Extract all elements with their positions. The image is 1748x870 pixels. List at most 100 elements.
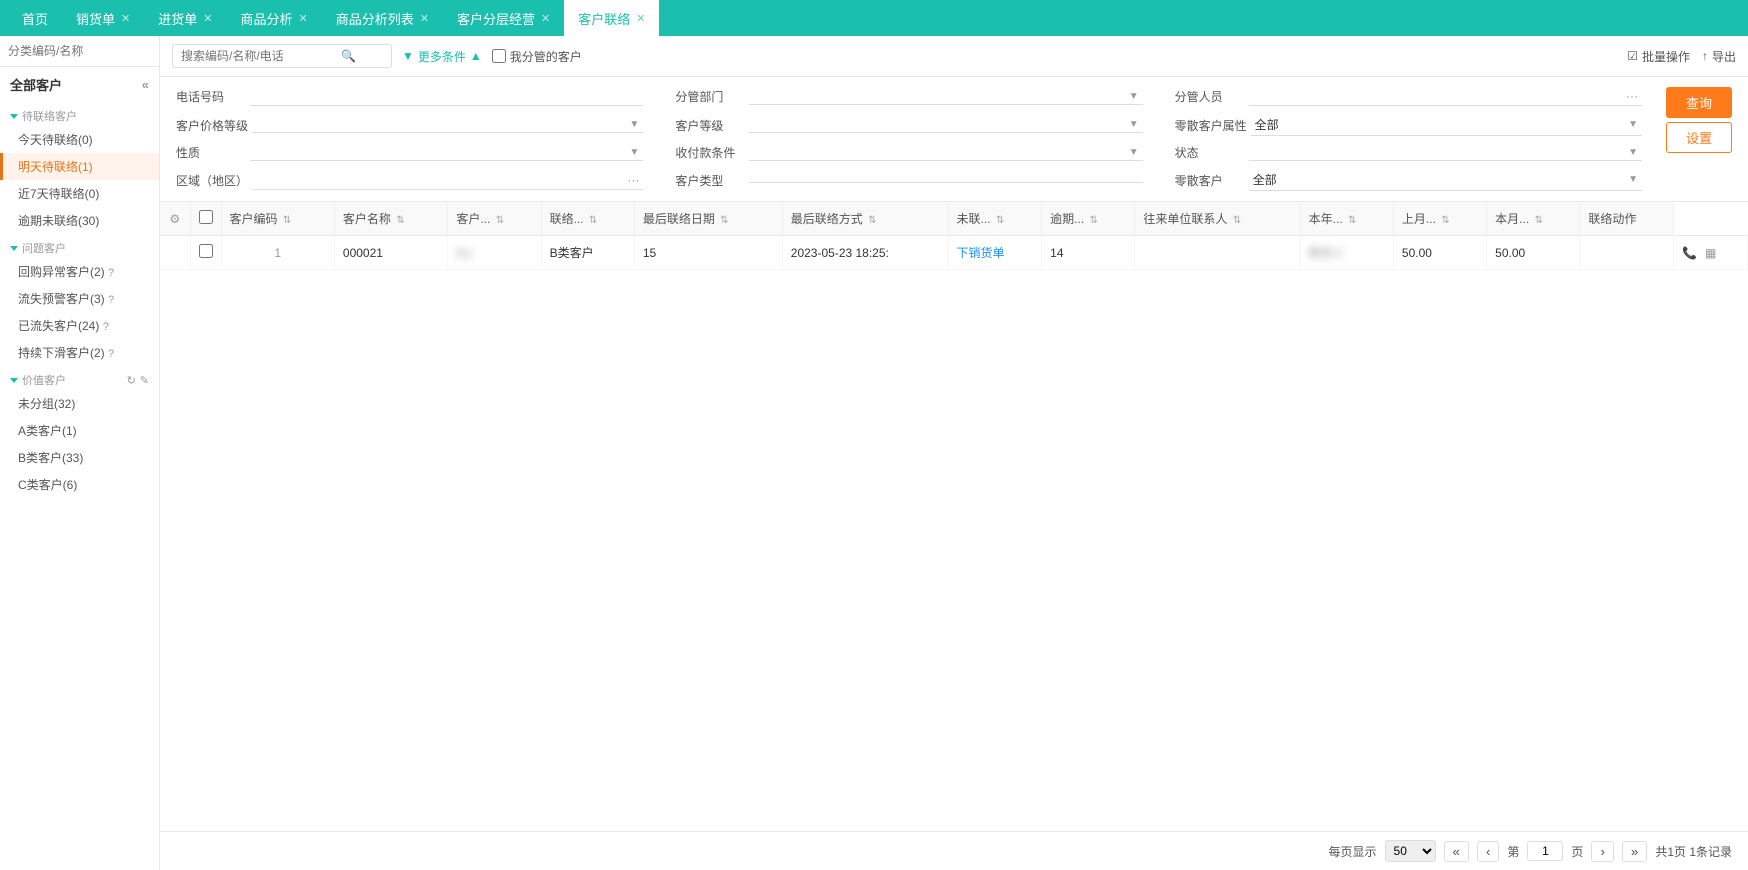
price-level-input[interactable]: ▼ (252, 117, 643, 133)
col-contacts-header: 联络... ⇅ (541, 202, 634, 236)
nature-input[interactable]: ▼ (250, 145, 643, 161)
region-input[interactable]: ··· (252, 171, 643, 190)
row-code-cell: 000021 (334, 236, 447, 270)
col-type-label: 客户... (456, 212, 490, 226)
col-unit-contacts-label: 往来单位联系人 (1143, 212, 1227, 226)
sidebar-item-churned[interactable]: 已流失客户(24) ? (0, 312, 159, 339)
advanced-filter-panel: 电话号码 分管部门 ▼ (160, 77, 1748, 202)
last-method-sort-icon[interactable]: ⇅ (868, 215, 876, 226)
refresh-icon[interactable]: ↻ (127, 374, 136, 387)
current-page-input[interactable] (1527, 841, 1563, 861)
prev-page-btn[interactable]: ‹ (1477, 841, 1499, 862)
last-month-value: 50.00 (1495, 246, 1525, 260)
customer-level-field: 客户等级 ▼ (675, 117, 1142, 134)
customer-level-input[interactable]: ▼ (749, 117, 1142, 133)
status-input[interactable]: ▼ (1249, 145, 1642, 161)
chevron-up-icon: ▲ (470, 49, 482, 63)
sidebar-item-tomorrow-contact[interactable]: 明天待联络(1) (0, 153, 159, 180)
sidebar-item-repurchase-abnormal[interactable]: 回购异常客户(2) ? (0, 258, 159, 285)
next-page-btn[interactable]: › (1591, 841, 1613, 862)
nav-home[interactable]: 首页 (8, 0, 62, 36)
customer-type-input[interactable] (749, 178, 1142, 183)
sidebar-item-churn-warning[interactable]: 流失预警客户(3) ? (0, 285, 159, 312)
row-last-month-cell: 50.00 (1487, 236, 1580, 270)
sidebar-item-a-class[interactable]: A类客户(1) (0, 417, 159, 444)
last-month-sort-icon[interactable]: ⇅ (1441, 215, 1449, 226)
sidebar-item-c-class[interactable]: C类客户(6) (0, 471, 159, 498)
payment-input[interactable]: ▼ (749, 145, 1142, 161)
this-year-sort-icon[interactable]: ⇅ (1348, 215, 1356, 226)
close-product-analysis-list-icon[interactable]: ✕ (420, 12, 429, 25)
dept-input[interactable]: ▼ (749, 89, 1142, 105)
this-month-sort-icon[interactable]: ⇅ (1535, 215, 1543, 226)
col-settings-header: ⚙ (160, 202, 190, 236)
sidebar-item-b-class[interactable]: B类客户(33) (0, 444, 159, 471)
edit-icon[interactable]: ✎ (140, 374, 149, 387)
nav-product-analysis-list[interactable]: 商品分析列表 ✕ (322, 0, 443, 36)
last-page-btn[interactable]: » (1622, 841, 1647, 862)
type-sort-icon[interactable]: ⇅ (496, 215, 504, 226)
close-sales-order-icon[interactable]: ✕ (121, 12, 130, 25)
row-num-cell: 1 (221, 236, 334, 270)
settings-button[interactable]: 设置 (1666, 122, 1732, 153)
query-button[interactable]: 查询 (1666, 87, 1732, 118)
search-icon[interactable]: 🔍 (341, 49, 356, 63)
content-area: 🔍 ▼ 更多条件 ▲ 我分管的客户 ☑ 批量操作 ↑ 导出 (160, 36, 1748, 870)
nav-customer-tier[interactable]: 客户分层经营 ✕ (443, 0, 564, 36)
sidebar-search-input[interactable] (8, 44, 160, 58)
search-input[interactable] (181, 49, 341, 63)
price-level-label: 客户价格等级 (176, 117, 248, 134)
close-purchase-order-icon[interactable]: ✕ (203, 12, 212, 25)
sidebar-item-declining[interactable]: 持续下滑客户(2) ? (0, 339, 159, 366)
sidebar-item-today-contact[interactable]: 今天待联络(0) (0, 126, 159, 153)
nav-sales-order[interactable]: 销货单 ✕ (62, 0, 144, 36)
all-customers-label[interactable]: 全部客户 (10, 75, 62, 94)
phone-text-input[interactable] (254, 89, 639, 103)
value-triangle-icon (10, 378, 18, 383)
col-last-date-label: 最后联络日期 (643, 212, 715, 226)
first-page-btn[interactable]: « (1444, 841, 1469, 862)
region-more-icon[interactable]: ··· (627, 173, 639, 187)
contacts-sort-icon[interactable]: ⇅ (589, 215, 597, 226)
batch-op-btn[interactable]: ☑ 批量操作 (1627, 48, 1690, 65)
retail-input[interactable]: 全部 ▼ (1249, 169, 1642, 191)
page-size-select[interactable]: 50 100 200 (1385, 840, 1436, 862)
last-method-link[interactable]: 下销货单 (957, 246, 1005, 260)
grid-action-icon[interactable]: ▦ (1705, 246, 1716, 260)
nav-product-analysis[interactable]: 商品分析 ✕ (226, 0, 321, 36)
more-conditions-btn[interactable]: ▼ 更多条件 ▲ (402, 48, 482, 65)
my-customers-checkbox[interactable] (492, 49, 506, 63)
overdue-sort-icon[interactable]: ⇅ (1090, 215, 1098, 226)
export-btn[interactable]: ↑ 导出 (1702, 48, 1736, 65)
phone-action-icon[interactable]: 📞 (1682, 246, 1697, 260)
close-product-analysis-icon[interactable]: ✕ (299, 12, 308, 25)
code-sort-icon[interactable]: ⇅ (283, 215, 291, 226)
close-customer-contact-icon[interactable]: ✕ (636, 12, 645, 25)
nav-purchase-order[interactable]: 进货单 ✕ (144, 0, 226, 36)
sidebar-item-overdue-contact[interactable]: 逾期未联络(30) (0, 207, 159, 234)
nav-customer-contact[interactable]: 客户联络 ✕ (564, 0, 659, 36)
name-sort-icon[interactable]: ⇅ (396, 215, 404, 226)
col-overdue-header: 逾期... ⇅ (1042, 202, 1135, 236)
close-customer-tier-icon[interactable]: ✕ (541, 12, 550, 25)
dept-arrow-icon: ▼ (1129, 91, 1139, 102)
not-contacted-sort-icon[interactable]: ⇅ (996, 215, 1004, 226)
problem-triangle-icon (10, 246, 18, 251)
sidebar-item-7days-contact[interactable]: 近7天待联络(0) (0, 180, 159, 207)
select-all-checkbox[interactable] (199, 210, 213, 224)
col-this-month-label: 本月... (1495, 212, 1529, 226)
person-input[interactable]: ··· (1249, 87, 1642, 106)
settings-gear-icon[interactable]: ⚙ (169, 212, 180, 226)
filter-row-3: 性质 ▼ 收付款条件 ▼ (176, 144, 1642, 161)
retail-value: 全部 (1253, 171, 1277, 188)
person-more-icon[interactable]: ··· (1626, 89, 1638, 103)
last-date-sort-icon[interactable]: ⇅ (720, 215, 728, 226)
row-checkbox[interactable] (199, 244, 213, 258)
sidebar-search-area: 🔍 (0, 36, 159, 67)
sidebar-item-ungrouped[interactable]: 未分组(32) (0, 390, 159, 417)
col-code-header: 客户编码 ⇅ (221, 202, 334, 236)
unit-contacts-sort-icon[interactable]: ⇅ (1233, 215, 1241, 226)
sidebar-collapse-icon[interactable]: « (142, 77, 149, 92)
phone-input[interactable] (250, 87, 643, 106)
retail-attr-input[interactable]: 全部 ▼ (1251, 114, 1642, 136)
